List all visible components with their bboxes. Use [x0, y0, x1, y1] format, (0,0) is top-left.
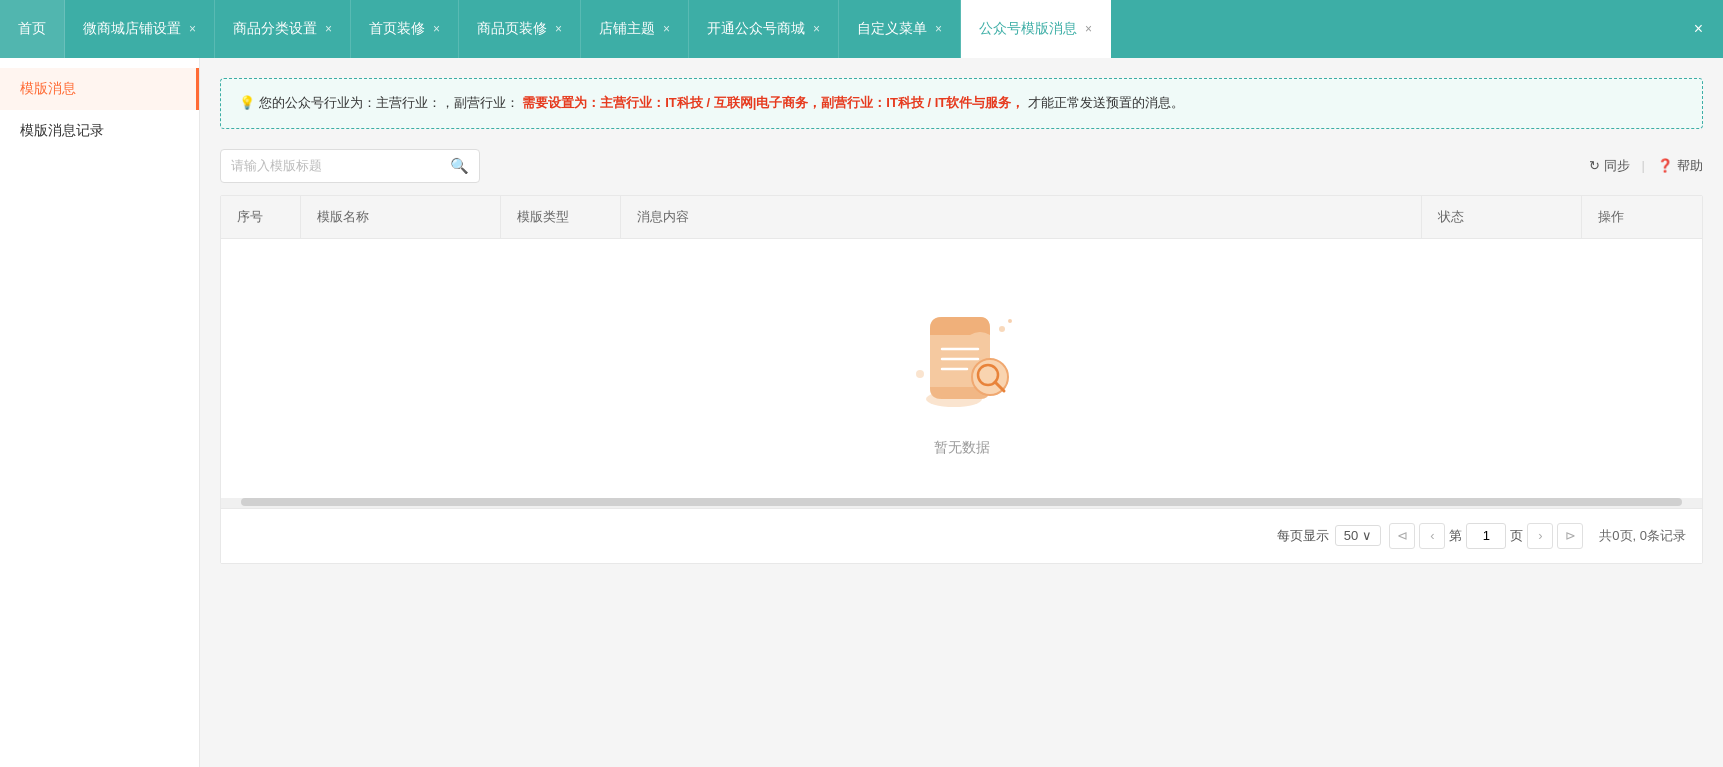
notice-suffix: 才能正常发送预置的消息。 [1028, 95, 1184, 110]
search-box[interactable]: 🔍 [220, 149, 480, 183]
tab-shop-theme-label: 店铺主题 [599, 20, 655, 38]
tab-bar: 首页 微商城店铺设置 × 商品分类设置 × 首页装修 × 商品页装修 × 店铺主… [0, 0, 1723, 58]
page-unit: 页 [1510, 527, 1523, 545]
toolbar: 🔍 ↻ 同步 | ❓ 帮助 [220, 149, 1703, 183]
sidebar: 模版消息 模版消息记录 [0, 58, 200, 767]
empty-state: 暂无数据 [221, 239, 1702, 497]
page-size-dropdown[interactable]: 50 ∨ [1335, 525, 1381, 546]
page-input[interactable] [1466, 523, 1506, 549]
close-tab-home-decoration[interactable]: × [433, 22, 440, 36]
tab-open-mall[interactable]: 开通公众号商城 × [689, 0, 839, 58]
page-size-value: 50 [1344, 528, 1358, 543]
sidebar-item-template-message[interactable]: 模版消息 [0, 68, 199, 110]
notice-prefix: 您的公众号行业为：主营行业：，副营行业： [259, 95, 519, 110]
per-page-select: 每页显示 50 ∨ [1277, 525, 1381, 546]
tab-shop-theme[interactable]: 店铺主题 × [581, 0, 689, 58]
page-nav: ⊲ ‹ 第 页 › ⊳ [1389, 523, 1583, 549]
tab-product-decoration[interactable]: 商品页装修 × [459, 0, 581, 58]
tab-template-msg-label: 公众号模版消息 [979, 20, 1077, 38]
empty-illustration [902, 299, 1022, 419]
next-page-button[interactable]: › [1527, 523, 1553, 549]
help-button[interactable]: ❓ 帮助 [1657, 157, 1703, 175]
close-tab-custom-menu[interactable]: × [935, 22, 942, 36]
sidebar-item-template-message-record[interactable]: 模版消息记录 [0, 110, 199, 152]
svg-point-7 [999, 326, 1005, 332]
empty-text: 暂无数据 [934, 439, 990, 457]
close-tab-product-category[interactable]: × [325, 22, 332, 36]
sync-button[interactable]: ↻ 同步 [1589, 157, 1630, 175]
column-status: 状态 [1422, 196, 1582, 238]
toolbar-right: ↻ 同步 | ❓ 帮助 [1589, 157, 1703, 175]
notice-box: 💡 您的公众号行业为：主营行业：，副营行业： 需要设置为：主营行业：IT科技 /… [220, 78, 1703, 129]
per-page-label: 每页显示 [1277, 527, 1329, 545]
column-type: 模版类型 [501, 196, 621, 238]
chevron-down-icon: ∨ [1362, 528, 1372, 543]
help-icon: ❓ [1657, 158, 1673, 173]
svg-point-9 [916, 370, 924, 378]
tab-product-category-label: 商品分类设置 [233, 20, 317, 38]
page-label: 第 [1449, 527, 1462, 545]
tab-wshop-settings-label: 微商城店铺设置 [83, 20, 181, 38]
search-icon[interactable]: 🔍 [450, 157, 469, 175]
scrollbar-area[interactable] [221, 498, 1702, 508]
last-page-button[interactable]: ⊳ [1557, 523, 1583, 549]
search-input[interactable] [231, 158, 450, 173]
tab-custom-menu-label: 自定义菜单 [857, 20, 927, 38]
tab-wshop-settings[interactable]: 微商城店铺设置 × [65, 0, 215, 58]
prev-page-button[interactable]: ‹ [1419, 523, 1445, 549]
tab-home-decoration-label: 首页装修 [369, 20, 425, 38]
total-info: 共0页, 0条记录 [1599, 527, 1686, 545]
column-name: 模版名称 [301, 196, 501, 238]
toolbar-divider: | [1642, 158, 1645, 173]
sidebar-item-template-message-label: 模版消息 [20, 80, 76, 96]
notice-icon: 💡 [239, 95, 255, 110]
tab-custom-menu[interactable]: 自定义菜单 × [839, 0, 961, 58]
close-tab-open-mall[interactable]: × [813, 22, 820, 36]
notice-highlight: 需要设置为：主营行业：IT科技 / 互联网|电子商务，副营行业：IT科技 / I… [522, 95, 1024, 110]
tab-template-msg[interactable]: 公众号模版消息 × [961, 0, 1111, 58]
sync-icon: ↻ [1589, 158, 1600, 173]
tab-product-category[interactable]: 商品分类设置 × [215, 0, 351, 58]
close-tab-shop-theme[interactable]: × [663, 22, 670, 36]
help-label: 帮助 [1677, 157, 1703, 175]
close-tab-product-decoration[interactable]: × [555, 22, 562, 36]
sync-label: 同步 [1604, 157, 1630, 175]
tab-home[interactable]: 首页 [0, 0, 65, 58]
close-tab-wshop-settings[interactable]: × [189, 22, 196, 36]
main-content: 💡 您的公众号行业为：主营行业：，副营行业： 需要设置为：主营行业：IT科技 /… [200, 58, 1723, 767]
column-action: 操作 [1582, 196, 1702, 238]
tab-home-label: 首页 [18, 20, 46, 38]
table-header: 序号 模版名称 模版类型 消息内容 状态 操作 [221, 196, 1702, 239]
column-content: 消息内容 [621, 196, 1422, 238]
svg-point-8 [1008, 319, 1012, 323]
close-all-tabs[interactable]: × [1674, 20, 1723, 38]
tab-product-decoration-label: 商品页装修 [477, 20, 547, 38]
sidebar-item-template-message-record-label: 模版消息记录 [20, 122, 104, 138]
pagination: 每页显示 50 ∨ ⊲ ‹ 第 页 › ⊳ 共0页, 0条记录 [221, 508, 1702, 563]
column-index: 序号 [221, 196, 301, 238]
close-tab-template-msg[interactable]: × [1085, 22, 1092, 36]
scrollbar-thumb[interactable] [241, 498, 1682, 506]
tab-open-mall-label: 开通公众号商城 [707, 20, 805, 38]
layout: 模版消息 模版消息记录 💡 您的公众号行业为：主营行业：，副营行业： 需要设置为… [0, 58, 1723, 767]
tab-home-decoration[interactable]: 首页装修 × [351, 0, 459, 58]
first-page-button[interactable]: ⊲ [1389, 523, 1415, 549]
table-container: 序号 模版名称 模版类型 消息内容 状态 操作 [220, 195, 1703, 564]
